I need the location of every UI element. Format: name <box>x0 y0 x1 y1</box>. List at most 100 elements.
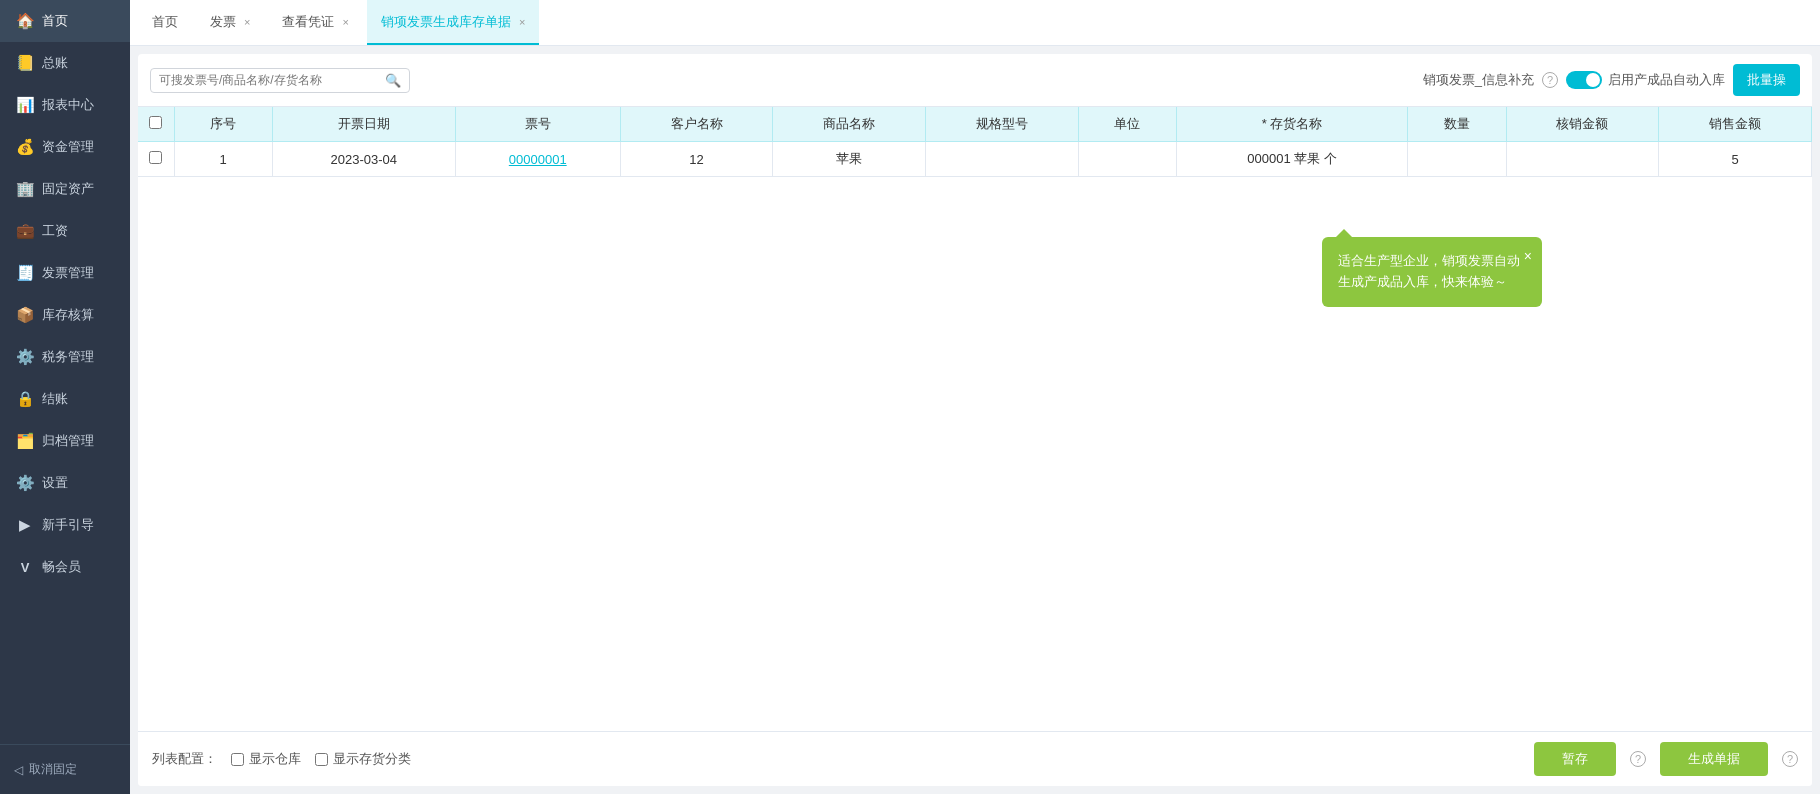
th-checkbox <box>138 107 174 142</box>
search-icon: 🔍 <box>385 73 401 88</box>
ledger-icon: 📒 <box>16 54 34 72</box>
list-config-label: 列表配置： <box>152 750 217 768</box>
sidebar-item-inventory[interactable]: 📦 库存核算 <box>0 294 130 336</box>
row-sale-amount: 5 <box>1659 142 1812 177</box>
payroll-icon: 💼 <box>16 222 34 240</box>
unpin-label: 取消固定 <box>29 761 77 778</box>
save-button[interactable]: 暂存 <box>1534 742 1616 776</box>
tooltip-box: × 适合生产型企业，销项发票自动生成产成品入库，快来体验～ <box>1322 237 1542 307</box>
sidebar-item-assets[interactable]: 🏢 固定资产 <box>0 168 130 210</box>
tab-cancel-invoice-label: 销项发票生成库存单据 <box>381 13 511 31</box>
funds-icon: 💰 <box>16 138 34 156</box>
sidebar-label-assets: 固定资产 <box>42 180 94 198</box>
sidebar-item-archive[interactable]: 🗂️ 归档管理 <box>0 420 130 462</box>
generate-help-icon[interactable]: ? <box>1782 751 1798 767</box>
list-config: 列表配置： 显示仓库 显示存货分类 <box>152 750 411 768</box>
tab-voucher-label: 查看凭证 <box>282 13 334 31</box>
sidebar-item-payroll[interactable]: 💼 工资 <box>0 210 130 252</box>
tax-icon: ⚙️ <box>16 348 34 366</box>
sidebar-item-funds[interactable]: 💰 资金管理 <box>0 126 130 168</box>
sidebar-item-guide[interactable]: ▶ 新手引导 <box>0 504 130 546</box>
search-input[interactable] <box>159 73 379 87</box>
info-help-icon[interactable]: ? <box>1542 72 1558 88</box>
sidebar-label-guide: 新手引导 <box>42 516 94 534</box>
bottom-actions: 暂存 ? 生成单据 ? <box>1534 742 1798 776</box>
vip-icon: V <box>16 560 34 575</box>
toggle-wrap: 启用产成品自动入库 <box>1566 71 1725 89</box>
tab-invoice[interactable]: 发票 × <box>196 0 264 45</box>
show-category-label[interactable]: 显示存货分类 <box>315 750 411 768</box>
info-label: 销项发票_信息补充 <box>1423 71 1534 89</box>
row-inventory: 000001 苹果 个 <box>1177 142 1408 177</box>
closing-icon: 🔒 <box>16 390 34 408</box>
sidebar-label-archive: 归档管理 <box>42 432 94 450</box>
search-box[interactable]: 🔍 <box>150 68 410 93</box>
th-spec: 规格型号 <box>926 107 1079 142</box>
table-row: 1 2023-03-04 00000001 12 苹果 000001 苹果 个 … <box>138 142 1812 177</box>
sidebar-item-reports[interactable]: 📊 报表中心 <box>0 84 130 126</box>
show-category-checkbox[interactable] <box>315 753 328 766</box>
select-all-checkbox[interactable] <box>149 116 162 129</box>
unpin-button[interactable]: ◁ 取消固定 <box>0 753 130 786</box>
invoice-mgmt-icon: 🧾 <box>16 264 34 282</box>
show-warehouse-label[interactable]: 显示仓库 <box>231 750 301 768</box>
sidebar-label-home: 首页 <box>42 12 68 30</box>
sidebar-label-payroll: 工资 <box>42 222 68 240</box>
row-customer: 12 <box>620 142 773 177</box>
sidebar-item-settings[interactable]: ⚙️ 设置 <box>0 462 130 504</box>
tab-voucher[interactable]: 查看凭证 × <box>268 0 362 45</box>
row-quantity <box>1408 142 1506 177</box>
tab-cancel-invoice-close[interactable]: × <box>519 16 525 28</box>
assets-icon: 🏢 <box>16 180 34 198</box>
sidebar-label-closing: 结账 <box>42 390 68 408</box>
tooltip-close-icon[interactable]: × <box>1524 245 1532 267</box>
unpin-icon: ◁ <box>14 763 23 777</box>
row-checkbox-cell <box>138 142 174 177</box>
sidebar-label-inventory: 库存核算 <box>42 306 94 324</box>
home-icon: 🏠 <box>16 12 34 30</box>
tab-cancel-invoice[interactable]: 销项发票生成库存单据 × <box>367 0 539 45</box>
sidebar-item-invoice-mgmt[interactable]: 🧾 发票管理 <box>0 252 130 294</box>
table-body: 1 2023-03-04 00000001 12 苹果 000001 苹果 个 … <box>138 142 1812 177</box>
row-spec <box>926 142 1079 177</box>
th-inventory: * 存货名称 <box>1177 107 1408 142</box>
tab-invoice-close[interactable]: × <box>244 16 250 28</box>
row-date: 2023-03-04 <box>272 142 455 177</box>
th-unit: 单位 <box>1078 107 1176 142</box>
tab-home[interactable]: 首页 <box>138 0 192 45</box>
th-ticket-no: 票号 <box>455 107 620 142</box>
inventory-icon: 📦 <box>16 306 34 324</box>
table-header-row: 序号 开票日期 票号 客户名称 商品名称 规格型号 单位 * 存货名称 数量 核… <box>138 107 1812 142</box>
info-section: 销项发票_信息补充 ? 启用产成品自动入库 批量操 <box>1423 64 1800 96</box>
auto-warehouse-toggle[interactable] <box>1566 71 1602 89</box>
sidebar-item-tax[interactable]: ⚙️ 税务管理 <box>0 336 130 378</box>
row-ticket-no[interactable]: 00000001 <box>455 142 620 177</box>
sidebar-label-funds: 资金管理 <box>42 138 94 156</box>
tab-home-label: 首页 <box>152 13 178 31</box>
save-help-icon[interactable]: ? <box>1630 751 1646 767</box>
page-body: 🔍 销项发票_信息补充 ? 启用产成品自动入库 批量操 <box>138 54 1812 786</box>
sidebar-item-vip[interactable]: V 畅会员 <box>0 546 130 588</box>
row-goods-name: 苹果 <box>773 142 926 177</box>
sidebar-label-reports: 报表中心 <box>42 96 94 114</box>
show-category-text: 显示存货分类 <box>333 750 411 768</box>
th-seq: 序号 <box>174 107 272 142</box>
sidebar-item-ledger[interactable]: 📒 总账 <box>0 42 130 84</box>
row-checkbox[interactable] <box>149 151 162 164</box>
show-warehouse-checkbox[interactable] <box>231 753 244 766</box>
tab-voucher-close[interactable]: × <box>342 16 348 28</box>
show-warehouse-text: 显示仓库 <box>249 750 301 768</box>
toggle-label: 启用产成品自动入库 <box>1608 71 1725 89</box>
main-area: 首页 发票 × 查看凭证 × 销项发票生成库存单据 × 🔍 销项发票_信息补充 … <box>130 0 1820 794</box>
tab-invoice-label: 发票 <box>210 13 236 31</box>
sidebar-label-vip: 畅会员 <box>42 558 81 576</box>
th-date: 开票日期 <box>272 107 455 142</box>
reports-icon: 📊 <box>16 96 34 114</box>
batch-button[interactable]: 批量操 <box>1733 64 1800 96</box>
generate-button[interactable]: 生成单据 <box>1660 742 1768 776</box>
th-goods-name: 商品名称 <box>773 107 926 142</box>
sidebar-item-home[interactable]: 🏠 首页 <box>0 0 130 42</box>
guide-icon: ▶ <box>16 516 34 534</box>
sidebar-item-closing[interactable]: 🔒 结账 <box>0 378 130 420</box>
table-wrap: 序号 开票日期 票号 客户名称 商品名称 规格型号 单位 * 存货名称 数量 核… <box>138 107 1812 731</box>
